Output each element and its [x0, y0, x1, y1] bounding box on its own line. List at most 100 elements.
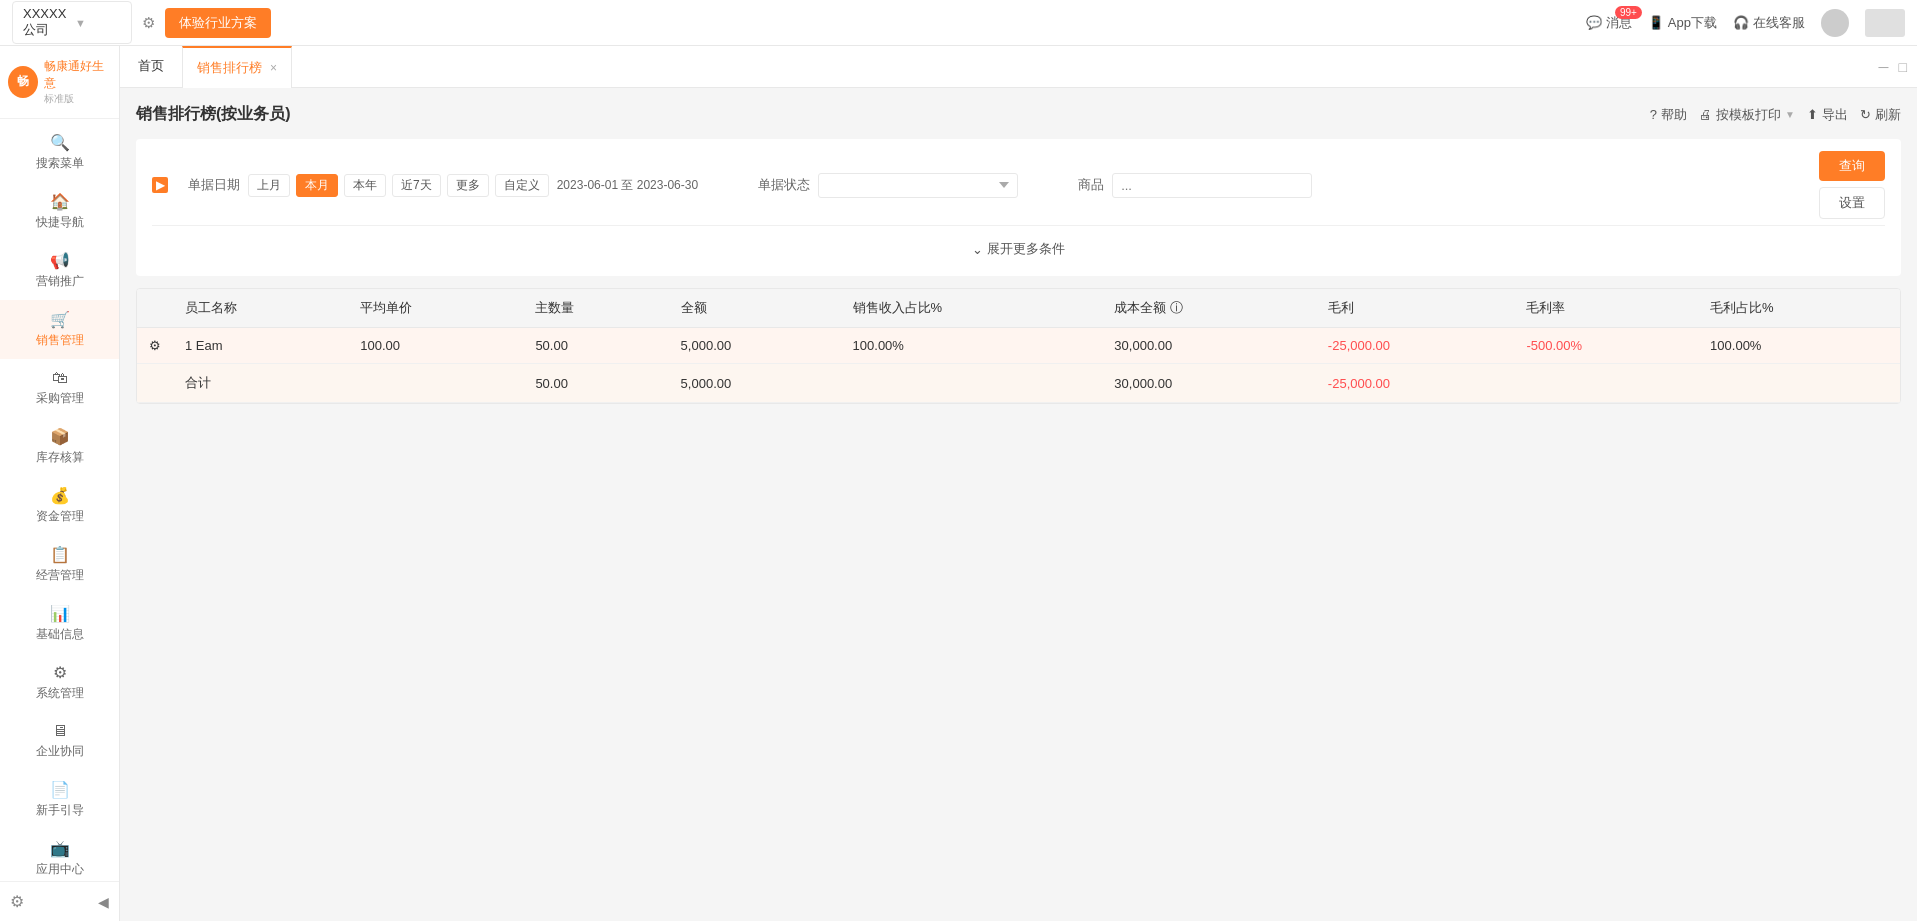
date-btn-更多[interactable]: 更多	[447, 174, 489, 197]
refresh-button[interactable]: ↻ 刷新	[1860, 106, 1901, 124]
sidebar-item-采购管理[interactable]: 🛍 采购管理	[0, 359, 119, 417]
nav-icon-9: ⚙	[53, 663, 67, 682]
app-download-button[interactable]: 📱 App下载	[1648, 14, 1717, 32]
sidebar-item-库存核算[interactable]: 📦库存核算	[0, 417, 119, 476]
message-button[interactable]: 💬 消息 99+	[1586, 14, 1632, 32]
footer-cell-5	[841, 364, 1103, 403]
date-btn-自定义[interactable]: 自定义	[495, 174, 549, 197]
user-name-placeholder	[1865, 9, 1905, 37]
page-content: 销售排行榜(按业务员) ? 帮助 🖨 按模板打印 ▼ ⬆	[120, 88, 1917, 921]
tab-minimize-icon[interactable]: ─	[1879, 59, 1889, 75]
query-button[interactable]: 查询	[1819, 151, 1885, 181]
sidebar-item-新手引导[interactable]: 📄 新手引导	[0, 770, 119, 829]
settings-button[interactable]: 设置	[1819, 187, 1885, 219]
th-9: 毛利占比%	[1698, 289, 1900, 328]
sidebar-item-基础信息[interactable]: 📊基础信息	[0, 594, 119, 653]
print-template-button[interactable]: 🖨 按模板打印 ▼	[1699, 106, 1795, 124]
status-filter: 单据状态	[758, 173, 1018, 198]
th-5: 销售收入占比%	[841, 289, 1103, 328]
footer-cell-1: 合计	[173, 364, 348, 403]
nav-icon-11: 📄	[50, 780, 70, 799]
footer-cell-7: -25,000.00	[1316, 364, 1515, 403]
gross-rate-cell: -500.00%	[1514, 328, 1698, 364]
export-label: 导出	[1822, 106, 1848, 124]
settings-icon[interactable]: ⚙	[142, 14, 155, 32]
date-btn-近7天[interactable]: 近7天	[392, 174, 441, 197]
settings-bottom-icon[interactable]: ⚙	[10, 892, 24, 911]
nav-label-9: 系统管理	[36, 685, 84, 702]
footer-cell-4: 5,000.00	[669, 364, 841, 403]
export-icon: ⬆	[1807, 107, 1818, 122]
nav-icon-12: 📺	[50, 839, 70, 858]
table-row: ⚙1 Eam100.0050.005,000.00100.00%30,000.0…	[137, 328, 1900, 364]
sidebar-item-搜索菜单[interactable]: 🔍搜索菜单	[0, 123, 119, 182]
sidebar-item-销售管理[interactable]: 🛒销售管理	[0, 300, 119, 359]
status-select[interactable]	[818, 173, 1018, 198]
date-filter-label: 单据日期	[188, 176, 240, 194]
footer-cell-8	[1514, 364, 1698, 403]
data-table: 员工名称平均单价主数量全额销售收入占比%成本全额 ⓘ毛利毛利率毛利占比% ⚙1 …	[137, 289, 1900, 403]
table-header: 员工名称平均单价主数量全额销售收入占比%成本全额 ⓘ毛利毛利率毛利占比%	[137, 289, 1900, 328]
tab-close-icon[interactable]: ×	[270, 61, 277, 75]
logo-sub-text: 标准版	[44, 92, 111, 106]
tab-sales-ranking[interactable]: 销售排行榜 ×	[182, 46, 292, 88]
nav-icon-7: 📋	[50, 545, 70, 564]
th-8: 毛利率	[1514, 289, 1698, 328]
expand-more-row: ⌄ 展开更多条件	[152, 225, 1885, 264]
date-buttons: 上月本月本年近7天更多自定义	[248, 174, 549, 197]
name-cell: 1 Eam	[173, 328, 348, 364]
nav-icon-3: 🛒	[50, 310, 70, 329]
help-button[interactable]: ? 帮助	[1650, 106, 1687, 124]
date-btn-上月[interactable]: 上月	[248, 174, 290, 197]
nav-label-6: 资金管理	[36, 508, 84, 525]
expand-more-button[interactable]: ⌄ 展开更多条件	[152, 240, 1885, 258]
sidebar-item-资金管理[interactable]: 💰资金管理	[0, 476, 119, 535]
sidebar-item-经营管理[interactable]: 📋经营管理	[0, 535, 119, 594]
query-actions: 查询 设置	[1819, 151, 1885, 219]
collapse-filter-icon[interactable]: ▶	[152, 177, 168, 193]
nav-label-8: 基础信息	[36, 626, 84, 643]
tab-home[interactable]: 首页	[120, 46, 182, 88]
sidebar-item-快捷导航[interactable]: 🏠快捷导航	[0, 182, 119, 241]
sidebar-item-系统管理[interactable]: ⚙ 系统管理	[0, 653, 119, 712]
nav-icon-4: 🛍	[52, 369, 68, 387]
header-actions: ? 帮助 🖨 按模板打印 ▼ ⬆ 导出 ↻	[1650, 106, 1901, 124]
sidebar-item-企业协同[interactable]: 🖥企业协同	[0, 712, 119, 770]
sidebar-bottom: ⚙ ◀	[0, 881, 119, 921]
filter-row-1: ▶ 单据日期 上月本月本年近7天更多自定义 2023-06-01 至 2023-…	[152, 151, 1885, 219]
nav-icon-1: 🏠	[50, 192, 70, 211]
date-btn-本年[interactable]: 本年	[344, 174, 386, 197]
nav-label-4: 采购管理	[36, 390, 84, 407]
company-selector[interactable]: XXXXX公司 ▼	[12, 1, 132, 44]
date-filter: 单据日期 上月本月本年近7天更多自定义 2023-06-01 至 2023-06…	[188, 174, 698, 197]
tab-maximize-icon[interactable]: □	[1899, 59, 1907, 75]
company-name: XXXXX公司	[23, 6, 69, 39]
main-area: 畅 畅康通好生意 标准版 🔍搜索菜单🏠快捷导航📢营销推广🛒销售管理 🛍 采购管理 📦库…	[0, 46, 1917, 921]
cost-total-cell: 30,000.00	[1102, 328, 1316, 364]
logo-image: 畅	[8, 66, 38, 98]
th-7: 毛利	[1316, 289, 1515, 328]
date-btn-本月[interactable]: 本月	[296, 174, 338, 197]
top-bar: XXXXX公司 ▼ ⚙ 体验行业方案 💬 消息 99+ 📱 App下载 🎧 在线…	[0, 0, 1917, 46]
online-service-label: 在线客服	[1753, 14, 1805, 32]
collapse-sidebar-icon[interactable]: ◀	[98, 894, 109, 910]
try-industry-button[interactable]: 体验行业方案	[165, 8, 271, 38]
goods-input[interactable]	[1112, 173, 1312, 198]
phone-icon: 📱	[1648, 15, 1664, 30]
online-service-button[interactable]: 🎧 在线客服	[1733, 14, 1805, 32]
export-button[interactable]: ⬆ 导出	[1807, 106, 1848, 124]
sidebar-item-应用中心[interactable]: 📺 应用中心	[0, 829, 119, 881]
nav-label-12: 应用中心	[36, 861, 84, 878]
th-1: 员工名称	[173, 289, 348, 328]
footer-cell-3: 50.00	[523, 364, 668, 403]
sidebar-item-营销推广[interactable]: 📢营销推广	[0, 241, 119, 300]
gross-profit-cell: -25,000.00	[1316, 328, 1515, 364]
sidebar-logo: 畅 畅康通好生意 标准版	[0, 46, 119, 119]
table-container: 员工名称平均单价主数量全额销售收入占比%成本全额 ⓘ毛利毛利率毛利占比% ⚙1 …	[136, 288, 1901, 404]
page-title: 销售排行榜(按业务员)	[136, 104, 291, 125]
nav-label-11: 新手引导	[36, 802, 84, 819]
user-avatar[interactable]	[1821, 9, 1849, 37]
top-bar-actions: 💬 消息 99+ 📱 App下载 🎧 在线客服	[1586, 9, 1905, 37]
table-header-row: 员工名称平均单价主数量全额销售收入占比%成本全额 ⓘ毛利毛利率毛利占比%	[137, 289, 1900, 328]
table-body: ⚙1 Eam100.0050.005,000.00100.00%30,000.0…	[137, 328, 1900, 364]
